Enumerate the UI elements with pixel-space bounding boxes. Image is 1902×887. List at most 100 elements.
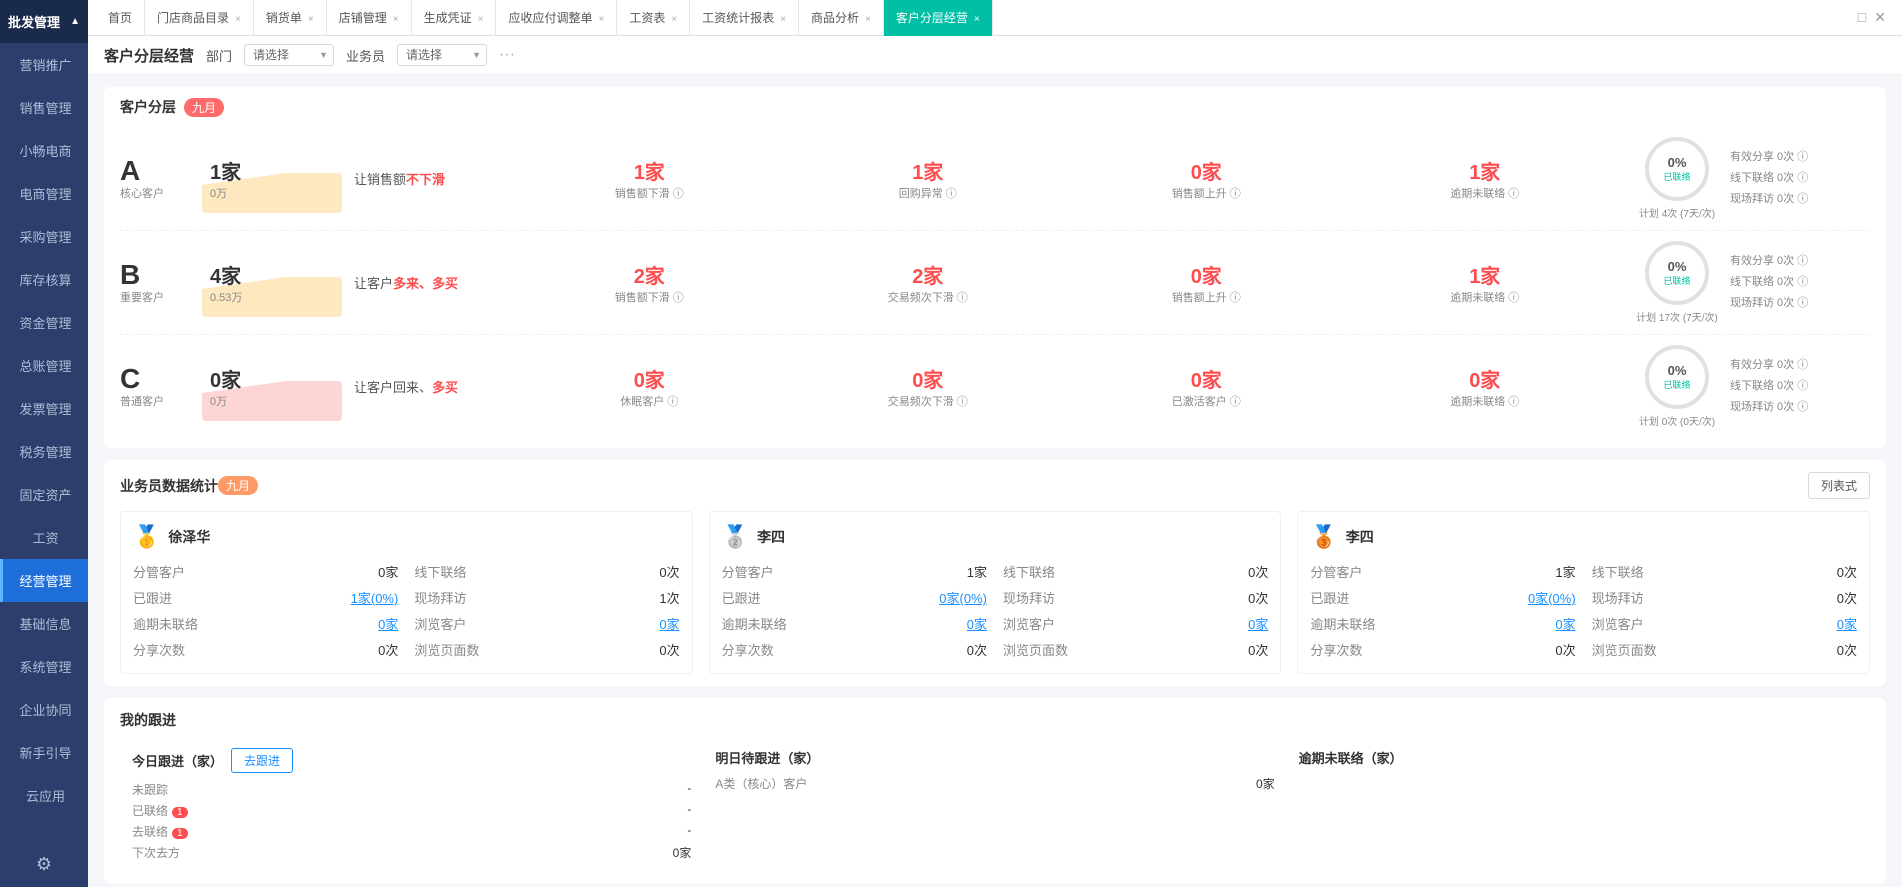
tier-stat-num-1-0[interactable]: 2家 — [510, 260, 789, 289]
sidebar-item-8[interactable]: 发票管理 — [0, 387, 88, 430]
staff-row-left-2-0: 分管客户 1家 — [1310, 560, 1575, 583]
followup-card-1: 明日待跟进（家） A类（核心）客户 0家 — [703, 740, 1286, 871]
sidebar-item-0[interactable]: 营销推广 — [0, 43, 88, 86]
sidebar-collapse-icon[interactable]: ▲ — [70, 16, 80, 27]
sidebar-item-4[interactable]: 采购管理 — [0, 215, 88, 258]
tab-7[interactable]: 工资统计报表× — [690, 0, 799, 36]
tab-close-7[interactable]: × — [780, 14, 786, 25]
tier-stat-num-1-2[interactable]: 0家 — [1067, 260, 1346, 289]
sidebar-item-14[interactable]: 系统管理 — [0, 645, 88, 688]
tier-stat-num-0-0[interactable]: 1家 — [510, 156, 789, 185]
staff-val-2-right-2[interactable]: 0家 — [1837, 614, 1857, 633]
sidebar-header[interactable]: 批发管理 ▲ — [0, 0, 88, 43]
tab-8[interactable]: 商品分析× — [799, 0, 884, 36]
tab-close-4[interactable]: × — [478, 14, 484, 25]
tier-stat-num-1-3[interactable]: 1家 — [1346, 260, 1625, 289]
sidebar-item-2[interactable]: 小畅电商 — [0, 129, 88, 172]
tier-stat-num-1-1[interactable]: 2家 — [789, 260, 1068, 289]
tier-side-stat-0-1: 线下联络 0次 ⓘ — [1730, 168, 1870, 189]
tier-stat-label-2-2: 已激活客户 ⓘ — [1067, 393, 1346, 409]
tab-0[interactable]: 首页 — [96, 0, 145, 36]
tab-close-9[interactable]: × — [974, 14, 980, 25]
sidebar-item-9[interactable]: 税务管理 — [0, 430, 88, 473]
staff-key-0-left-0: 分管客户 — [133, 562, 185, 581]
staff-val-0-right-2[interactable]: 0家 — [659, 614, 679, 633]
staff-val-0-right-0: 0次 — [659, 562, 679, 581]
tab-3[interactable]: 店铺管理× — [327, 0, 412, 36]
staff-key-1-left-1: 已跟进 — [722, 588, 761, 607]
staff-stats-2: 分管客户 1家 线下联络 0次 已跟进 0家(0%) 现场拜访 0次 逾期未联络… — [1310, 560, 1857, 661]
tab-6[interactable]: 工资表× — [617, 0, 690, 36]
tier-stat-num-0-2[interactable]: 0家 — [1067, 156, 1346, 185]
tier-stat-0-0: 1家 销售额下滑 ⓘ — [510, 156, 789, 201]
biz-header: 业务员数据统计 九月 列表式 — [120, 472, 1870, 499]
tier-name-1: 重要客户 — [120, 289, 190, 305]
staff-val-2-left-1[interactable]: 0家(0%) — [1528, 588, 1576, 607]
followup-row-key-0-1: 已联络1 — [132, 802, 188, 819]
staff-val-1-right-2[interactable]: 0家 — [1248, 614, 1268, 633]
tab-9[interactable]: 客户分层经营× — [884, 0, 993, 36]
tab-close-1[interactable]: × — [235, 14, 241, 25]
staff-val-1-left-1[interactable]: 0家(0%) — [939, 588, 987, 607]
toolbar-more[interactable]: ··· — [499, 46, 515, 64]
staff-row-right-2-1: 现场拜访 0次 — [1592, 586, 1857, 609]
tier-count-block-1: 4家 0.53万 — [202, 256, 342, 309]
staff-medal-2: 🥉 — [1310, 524, 1337, 550]
staff-val-2-right-3: 0次 — [1837, 640, 1857, 659]
tier-contact-0: 0% 已联络 计划 4次 (7天/次) — [1632, 137, 1722, 220]
tier-stat-num-2-3[interactable]: 0家 — [1346, 364, 1625, 393]
goto-button-0[interactable]: 去跟进 — [231, 748, 293, 773]
tab-4[interactable]: 生成凭证× — [412, 0, 497, 36]
sidebar-item-7[interactable]: 总账管理 — [0, 344, 88, 387]
staff-row-right-0-2: 浏览客户 0家 — [414, 612, 679, 635]
staff-val-0-left-2[interactable]: 0家 — [378, 614, 398, 633]
tab-close-6[interactable]: × — [671, 14, 677, 25]
list-view-button[interactable]: 列表式 — [1808, 472, 1870, 499]
staff-key-0-right-0: 线下联络 — [414, 562, 466, 581]
tab-2[interactable]: 销货单× — [254, 0, 327, 36]
tier-stat-2-2: 0家 已激活客户 ⓘ — [1067, 364, 1346, 409]
sidebar-item-13[interactable]: 基础信息 — [0, 602, 88, 645]
tab-close-3[interactable]: × — [393, 14, 399, 25]
tier-stat-num-0-1[interactable]: 1家 — [789, 156, 1068, 185]
tier-stat-num-2-2[interactable]: 0家 — [1067, 364, 1346, 393]
tier-stat-num-2-0[interactable]: 0家 — [510, 364, 789, 393]
sidebar-item-3[interactable]: 电商管理 — [0, 172, 88, 215]
sidebar-item-6[interactable]: 资金管理 — [0, 301, 88, 344]
sidebar-item-11[interactable]: 工资 — [0, 516, 88, 559]
dept-select[interactable]: 请选择 — [244, 44, 334, 66]
tab-action-restore[interactable]: □ — [1858, 9, 1866, 26]
sidebar-item-1[interactable]: 销售管理 — [0, 86, 88, 129]
tier-stat-0-2: 0家 销售额上升 ⓘ — [1067, 156, 1346, 201]
followup-row-0-0: 未跟踪 - — [132, 779, 691, 800]
followup-section: 我的跟进 今日跟进（家）去跟进 未跟踪 - 已联络1 - 去联络1 - 下次去方… — [104, 698, 1886, 883]
tab-1[interactable]: 门店商品目录× — [145, 0, 254, 36]
tab-close-8[interactable]: × — [865, 14, 871, 25]
tier-label-0: A 核心客户 — [120, 157, 190, 201]
sidebar-item-15[interactable]: 企业协同 — [0, 688, 88, 731]
tier-row-c: C 普通客户 0家 0万 让客户回来、多买 0家 休眠客户 ⓘ 0家 交易频次下… — [120, 335, 1870, 438]
tier-stat-label-0-3: 逾期未联络 ⓘ — [1346, 185, 1625, 201]
followup-badge-0-1: 1 — [172, 807, 188, 818]
staff-val-1-left-2[interactable]: 0家 — [967, 614, 987, 633]
tab-action-close[interactable]: ✕ — [1874, 9, 1886, 26]
tier-stat-label-1-2: 销售额上升 ⓘ — [1067, 289, 1346, 305]
sidebar-item-12[interactable]: 经营管理 — [0, 559, 88, 602]
tab-close-5[interactable]: × — [598, 14, 604, 25]
sidebar-item-5[interactable]: 库存核算 — [0, 258, 88, 301]
tier-stat-num-0-3[interactable]: 1家 — [1346, 156, 1625, 185]
sidebar-item-10[interactable]: 固定资产 — [0, 473, 88, 516]
sidebar-gear[interactable]: ⚙ — [0, 842, 88, 887]
staff-select[interactable]: 请选择 — [397, 44, 487, 66]
tab-close-2[interactable]: × — [308, 14, 314, 25]
followup-row-1-0: A类（核心）客户 0家 — [715, 773, 1274, 794]
biz-stats-section: 业务员数据统计 九月 列表式 🥇 徐泽华 分管客户 0家 线下联络 0次 已跟进… — [104, 460, 1886, 686]
staff-key-0-left-2: 逾期未联络 — [133, 614, 198, 633]
tab-5[interactable]: 应收应付调整单× — [496, 0, 617, 36]
staff-val-0-left-1[interactable]: 1家(0%) — [351, 588, 399, 607]
staff-val-2-left-2[interactable]: 0家 — [1555, 614, 1575, 633]
sidebar-item-16[interactable]: 新手引导 — [0, 731, 88, 774]
staff-key-2-left-1: 已跟进 — [1310, 588, 1349, 607]
tier-stat-num-2-1[interactable]: 0家 — [789, 364, 1068, 393]
sidebar-item-17[interactable]: 云应用 — [0, 774, 88, 817]
